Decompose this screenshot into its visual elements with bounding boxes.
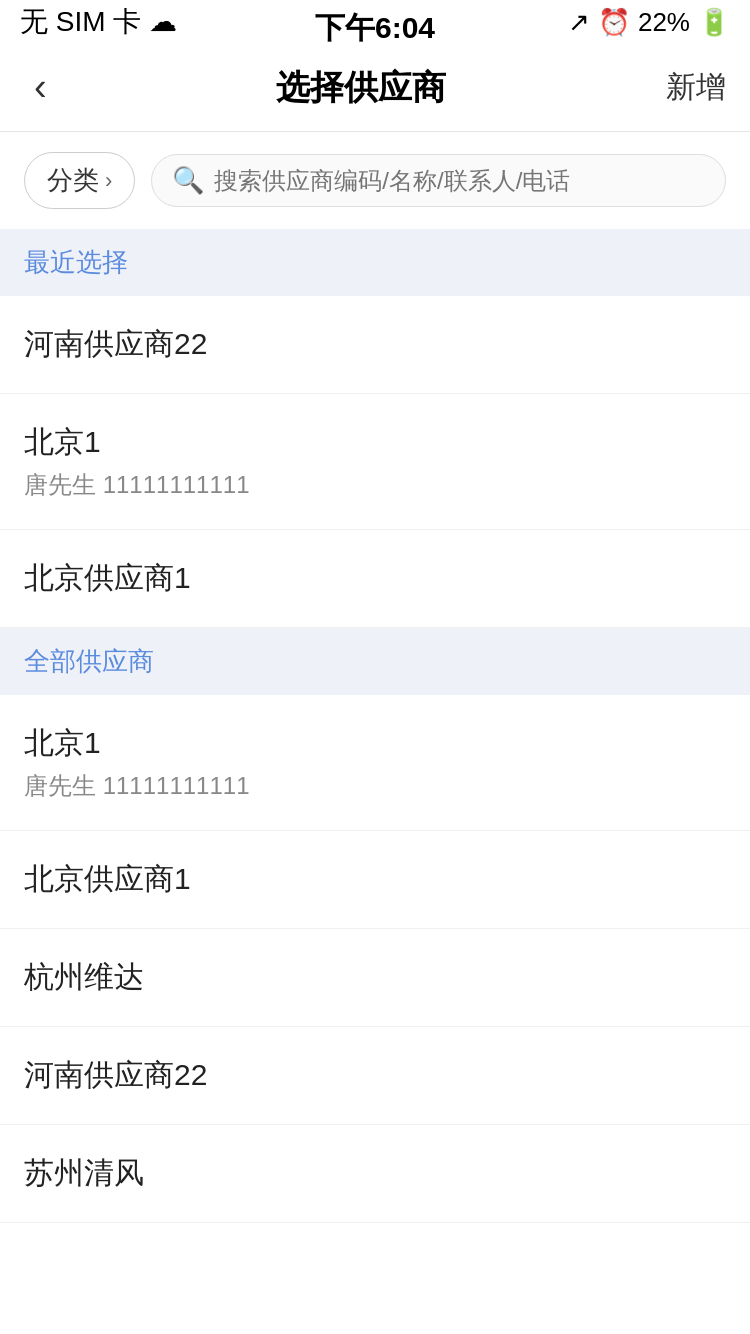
all-section-header: 全部供应商 — [0, 628, 750, 695]
back-button[interactable]: ‹ — [24, 56, 57, 119]
all-list: 北京1 唐先生 11111111111 北京供应商1 杭州维达河南供应商22 苏州清风 — [0, 695, 750, 1223]
item-name: 北京供应商1 — [24, 558, 726, 599]
alarm-icon: ⏰ — [598, 7, 630, 38]
location-icon: ↗ — [568, 7, 590, 38]
list-item[interactable]: 北京供应商1 — [0, 831, 750, 929]
status-left: 无 SIM 卡 ☁ — [20, 3, 177, 41]
search-icon: 🔍 — [172, 165, 204, 196]
status-time: 下午6:04 — [315, 8, 435, 49]
search-input[interactable] — [214, 167, 705, 195]
list-item[interactable]: 苏州清风 — [0, 1125, 750, 1223]
recent-list: 河南供应商22 北京1 唐先生 11111111111 北京供应商1 — [0, 296, 750, 628]
battery-status: 22% — [638, 7, 690, 38]
filter-bar: 分类 › 🔍 — [0, 132, 750, 229]
item-name: 北京1 — [24, 723, 726, 764]
list-item[interactable]: 河南供应商22 — [0, 296, 750, 394]
search-box[interactable]: 🔍 — [151, 154, 726, 207]
list-item[interactable]: 北京1 唐先生 11111111111 — [0, 695, 750, 831]
nav-bar: ‹ 选择供应商 新增 — [0, 44, 750, 132]
category-filter[interactable]: 分类 › — [24, 152, 135, 209]
sim-status: 无 SIM 卡 ☁ — [20, 3, 177, 41]
recent-section-label: 最近选择 — [24, 247, 128, 277]
list-item[interactable]: 河南供应商22 — [0, 1027, 750, 1125]
status-right: ↗ ⏰ 22% 🔋 — [568, 7, 730, 38]
item-name: 北京1 — [24, 422, 726, 463]
list-item[interactable]: 北京1 唐先生 11111111111 — [0, 394, 750, 530]
list-item[interactable]: 杭州维达 — [0, 929, 750, 1027]
status-bar: 无 SIM 卡 ☁ 下午6:04 ↗ ⏰ 22% 🔋 — [0, 0, 750, 44]
category-label: 分类 — [47, 163, 99, 198]
item-name: 杭州维达 — [24, 957, 726, 998]
page-title: 选择供应商 — [276, 65, 446, 111]
item-name: 河南供应商22 — [24, 1055, 726, 1096]
all-section-label: 全部供应商 — [24, 646, 154, 676]
add-button[interactable]: 新增 — [666, 67, 726, 108]
item-contact: 唐先生 11111111111 — [24, 469, 726, 501]
recent-section-header: 最近选择 — [0, 229, 750, 296]
item-name: 北京供应商1 — [24, 859, 726, 900]
chevron-icon: › — [105, 168, 112, 194]
item-contact: 唐先生 11111111111 — [24, 770, 726, 802]
battery-icon: 🔋 — [698, 7, 730, 38]
list-item[interactable]: 北京供应商1 — [0, 530, 750, 628]
item-name: 苏州清风 — [24, 1153, 726, 1194]
item-name: 河南供应商22 — [24, 324, 726, 365]
